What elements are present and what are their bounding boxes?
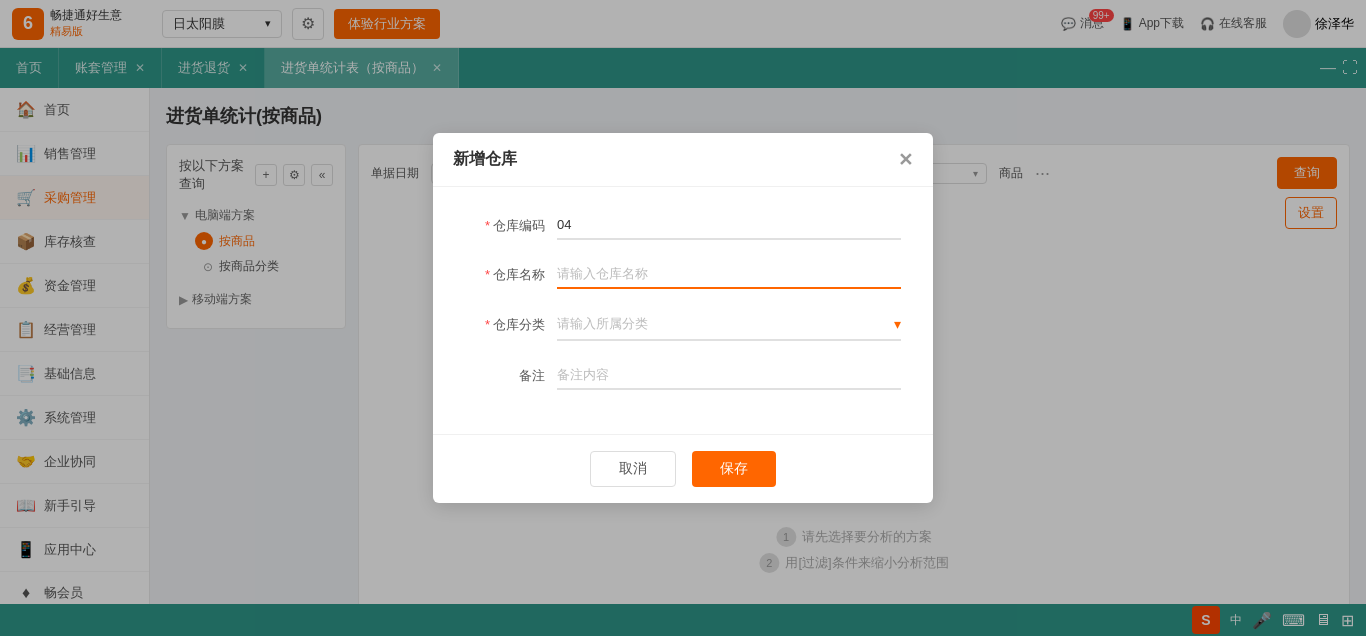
dialog-close-button[interactable]: ✕ [898,151,913,169]
code-input[interactable] [557,211,901,240]
category-label: 仓库分类 [465,316,545,334]
note-input[interactable] [557,361,901,390]
modal-overlay[interactable]: 新增仓库 ✕ 仓库编码 仓库名称 仓库分类 请输入所属分类 ▾ [0,0,1366,636]
dialog-footer: 取消 保存 [433,434,933,503]
form-row-category: 仓库分类 请输入所属分类 ▾ [465,309,901,341]
form-row-note: 备注 [465,361,901,390]
name-input[interactable] [557,260,901,289]
dialog-body: 仓库编码 仓库名称 仓库分类 请输入所属分类 ▾ 备注 [433,187,933,434]
code-label: 仓库编码 [465,217,545,235]
dialog-title: 新增仓库 [453,149,517,170]
form-row-code: 仓库编码 [465,211,901,240]
category-chevron-icon: ▾ [894,316,901,332]
category-select[interactable]: 请输入所属分类 ▾ [557,309,901,341]
cancel-button[interactable]: 取消 [590,451,676,487]
form-row-name: 仓库名称 [465,260,901,289]
note-label: 备注 [465,367,545,385]
save-button[interactable]: 保存 [692,451,776,487]
dialog-header: 新增仓库 ✕ [433,133,933,187]
name-label: 仓库名称 [465,266,545,284]
new-warehouse-dialog: 新增仓库 ✕ 仓库编码 仓库名称 仓库分类 请输入所属分类 ▾ [433,133,933,503]
